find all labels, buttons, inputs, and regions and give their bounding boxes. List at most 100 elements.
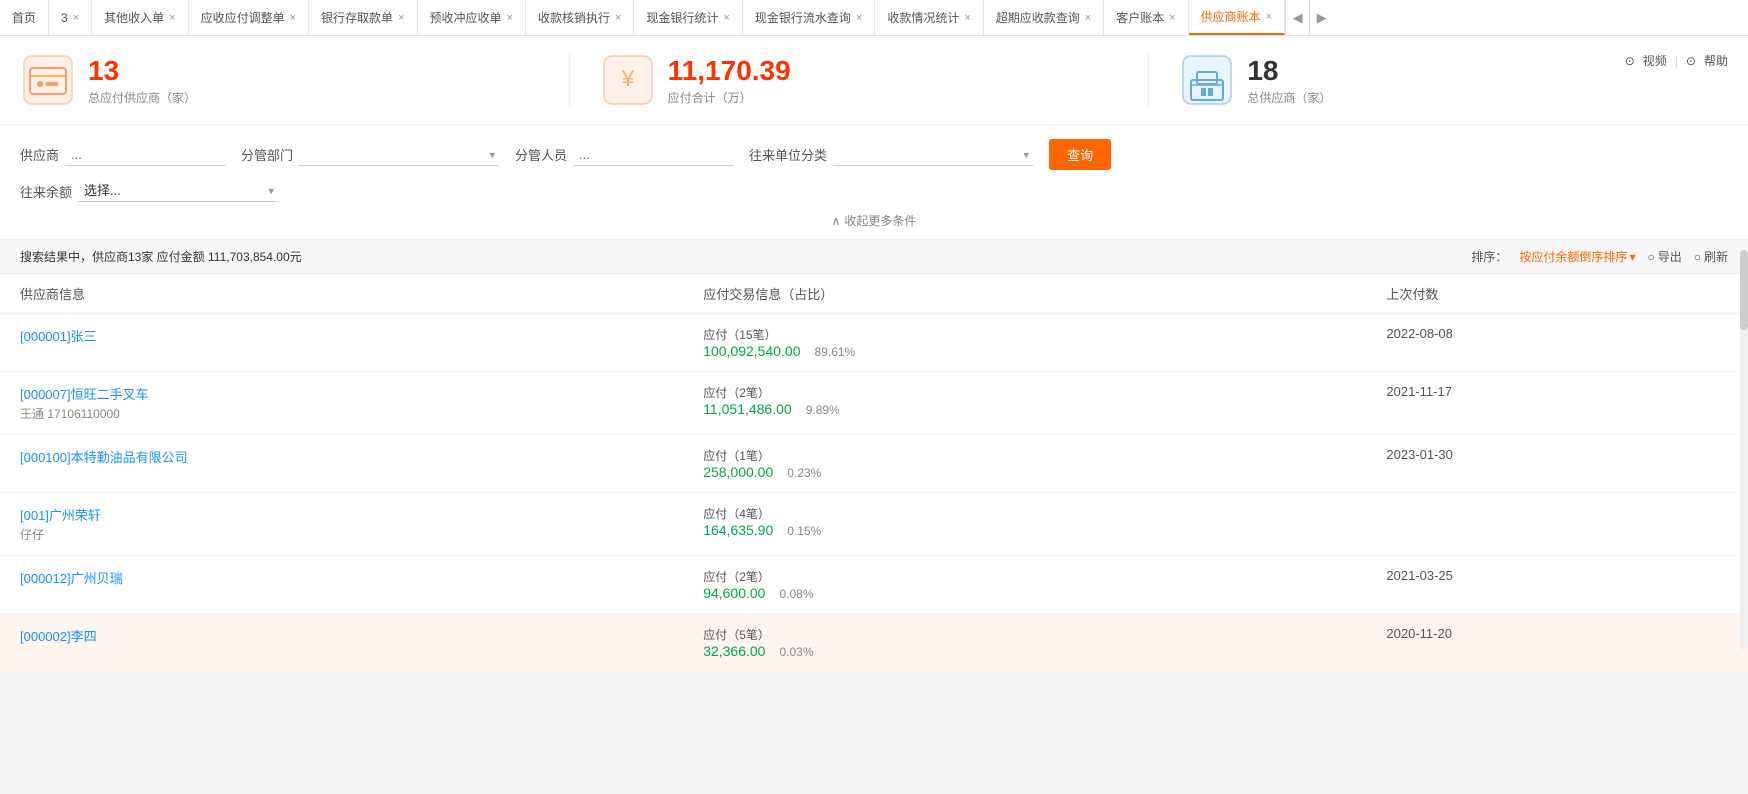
nav-tab-collection-stat[interactable]: 收款情况统计 × bbox=[875, 0, 983, 35]
tx-amount[interactable]: 100,092,540.00 bbox=[703, 343, 800, 359]
table-row: [000100]本特勤油品有限公司应付（1笔）258,000.000.23%20… bbox=[0, 435, 1748, 493]
table-body: [000001]张三应付（15笔）100,092,540.0089.61%202… bbox=[0, 314, 1748, 672]
refresh-label: 刷新 bbox=[1704, 248, 1728, 265]
nav-tab-ar-ap-adjust[interactable]: 应收应付调整单 × bbox=[189, 0, 309, 35]
summary-card-payable-total: ¥ 11,170.39 应付合计（万） bbox=[600, 52, 1150, 108]
tx-percent: 9.89% bbox=[806, 403, 840, 417]
tx-label: 应付（4笔） bbox=[703, 505, 1386, 522]
close-icon[interactable]: × bbox=[398, 12, 404, 24]
unit-class-select[interactable] bbox=[833, 144, 1033, 166]
last-pay-date: 2021-03-25 bbox=[1386, 568, 1453, 583]
help-icon: ⊙ bbox=[1686, 54, 1696, 68]
close-icon[interactable]: × bbox=[507, 12, 513, 24]
supplier-col: [000012]广州贝瑞 bbox=[20, 568, 703, 601]
table-row: [000012]广州贝瑞应付（2笔）94,600.000.08%2021-03-… bbox=[0, 556, 1748, 614]
tx-row: 100,092,540.00 89.61% bbox=[703, 343, 1386, 359]
tx-row: 32,366.000.03% bbox=[703, 643, 1386, 659]
nav-tab-supplier-ledger[interactable]: 供应商账本 × bbox=[1189, 0, 1285, 35]
filter-supplier: 供应商 bbox=[20, 144, 225, 166]
balance-select[interactable]: 选择... bbox=[78, 180, 278, 202]
person-label: 分管人员 bbox=[515, 145, 567, 164]
close-icon[interactable]: × bbox=[856, 12, 862, 24]
nav-next-arrow[interactable]: ▶ bbox=[1309, 0, 1333, 36]
tx-amount[interactable]: 164,635.90 bbox=[703, 522, 773, 538]
nav-tab-bank-deposit[interactable]: 银行存取款单 × bbox=[309, 0, 417, 35]
close-icon[interactable]: × bbox=[723, 12, 729, 24]
supplier-col: [000007]恒旺二手叉车王通 17106110000 bbox=[20, 384, 703, 422]
card1-value: 13 bbox=[88, 54, 196, 88]
export-button[interactable]: ○ 导出 bbox=[1647, 248, 1681, 265]
video-icon: ⊙ bbox=[1625, 54, 1635, 68]
suppliers-payable-icon bbox=[20, 52, 76, 108]
tx-percent: 89.61% bbox=[815, 345, 856, 359]
nav-tab-cash-bank-stat[interactable]: 现金银行统计 × bbox=[634, 0, 742, 35]
tx-col: 应付（4笔）164,635.900.15% bbox=[703, 505, 1386, 543]
last-pay-col: 2022-08-08 bbox=[1386, 326, 1728, 359]
sort-button[interactable]: 按应付余额倒序排序 ▾ bbox=[1519, 248, 1635, 265]
last-pay-date: 2023-01-30 bbox=[1386, 447, 1453, 462]
supplier-name-link[interactable]: [001]广州荣轩 bbox=[20, 508, 101, 523]
balance-select-wrapper: 选择... ▾ bbox=[78, 180, 278, 202]
query-button[interactable]: 查询 bbox=[1049, 139, 1111, 170]
tx-col: 应付（5笔）32,366.000.03% bbox=[703, 626, 1386, 659]
supplier-label: 供应商 bbox=[20, 145, 59, 164]
scrollbar-track[interactable] bbox=[1740, 250, 1748, 650]
export-label: 导出 bbox=[1658, 248, 1682, 265]
tx-amount[interactable]: 258,000.00 bbox=[703, 464, 773, 480]
close-icon[interactable]: × bbox=[1266, 11, 1272, 23]
nav-tab-prepay-offset[interactable]: 预收冲应收单 × bbox=[418, 0, 526, 35]
col-header-supplier: 供应商信息 bbox=[20, 284, 703, 303]
scrollbar-thumb[interactable] bbox=[1740, 250, 1748, 330]
payable-total-icon: ¥ bbox=[600, 52, 656, 108]
tx-amount[interactable]: 11,051,486.00 bbox=[703, 401, 792, 417]
table-row: [000001]张三应付（15笔）100,092,540.0089.61%202… bbox=[0, 314, 1748, 372]
tx-label: 应付（5笔） bbox=[703, 626, 1386, 643]
supplier-input[interactable] bbox=[65, 144, 225, 166]
nav-tab-home[interactable]: 首页 bbox=[0, 0, 49, 35]
supplier-name-link[interactable]: [000012]广州贝瑞 bbox=[20, 571, 123, 586]
nav-tab-customer-ledger[interactable]: 客户账本 × bbox=[1104, 0, 1188, 35]
nav-tab-overdue-ar[interactable]: 超期应收款查询 × bbox=[984, 0, 1104, 35]
help-link[interactable]: 帮助 bbox=[1704, 52, 1728, 69]
nav-tab-cash-bank-flow[interactable]: 现金银行流水查询 × bbox=[743, 0, 875, 35]
refresh-button[interactable]: ○ 刷新 bbox=[1694, 248, 1728, 265]
table-row: [000002]李四应付（5笔）32,366.000.03%2020-11-20 bbox=[0, 614, 1748, 672]
nav-tab-collection-exec[interactable]: 收款核销执行 × bbox=[526, 0, 634, 35]
result-actions: 排序： 按应付余额倒序排序 ▾ ○ 导出 ○ 刷新 bbox=[1471, 248, 1728, 265]
close-icon[interactable]: × bbox=[1085, 12, 1091, 24]
video-link[interactable]: 视频 bbox=[1643, 52, 1667, 69]
close-icon[interactable]: × bbox=[169, 12, 175, 24]
dept-label: 分管部门 bbox=[241, 145, 293, 164]
summary-card-suppliers-payable: 13 总应付供应商（家） bbox=[20, 52, 570, 108]
supplier-name-link[interactable]: [000007]恒旺二手叉车 bbox=[20, 387, 149, 402]
person-input[interactable] bbox=[573, 144, 733, 166]
tx-amount[interactable]: 32,366.00 bbox=[703, 643, 765, 659]
card2-label: 应付合计（万） bbox=[668, 89, 791, 106]
total-suppliers-icon bbox=[1179, 52, 1235, 108]
nav-prev-arrow[interactable]: ◀ bbox=[1285, 0, 1309, 36]
last-pay-col: 2021-03-25 bbox=[1386, 568, 1728, 601]
collapse-icon: ∧ bbox=[832, 214, 841, 228]
top-nav: 首页 3 × 其他收入单 × 应收应付调整单 × 银行存取款单 × 预收冲应收单… bbox=[0, 0, 1748, 36]
tx-percent: 0.23% bbox=[787, 466, 821, 480]
card3-label: 总供应商（家） bbox=[1247, 89, 1331, 106]
supplier-name-link[interactable]: [000002]李四 bbox=[20, 629, 97, 644]
close-icon[interactable]: × bbox=[615, 12, 621, 24]
close-icon[interactable]: × bbox=[290, 12, 296, 24]
close-icon[interactable]: × bbox=[73, 12, 79, 24]
card1-label: 总应付供应商（家） bbox=[88, 89, 196, 106]
collapse-button[interactable]: ∧ 收起更多条件 bbox=[832, 212, 917, 229]
tx-row: 164,635.900.15% bbox=[703, 522, 1386, 538]
nav-tab-3[interactable]: 3 × bbox=[49, 0, 92, 35]
filter-area: 供应商 分管部门 ▾ 分管人员 往来单位分类 ▾ bbox=[0, 125, 1748, 240]
supplier-col: [000001]张三 bbox=[20, 326, 703, 359]
top-right-links: ⊙ 视频 | ⊙ 帮助 bbox=[1625, 52, 1728, 69]
dept-select[interactable] bbox=[299, 144, 499, 166]
tx-amount[interactable]: 94,600.00 bbox=[703, 585, 765, 601]
supplier-name-link[interactable]: [000001]张三 bbox=[20, 329, 97, 344]
nav-tab-other-income[interactable]: 其他收入单 × bbox=[92, 0, 188, 35]
sort-label: 按应付余额倒序排序 bbox=[1519, 248, 1627, 265]
supplier-name-link[interactable]: [000100]本特勤油品有限公司 bbox=[20, 450, 188, 465]
close-icon[interactable]: × bbox=[964, 12, 970, 24]
close-icon[interactable]: × bbox=[1169, 12, 1175, 24]
